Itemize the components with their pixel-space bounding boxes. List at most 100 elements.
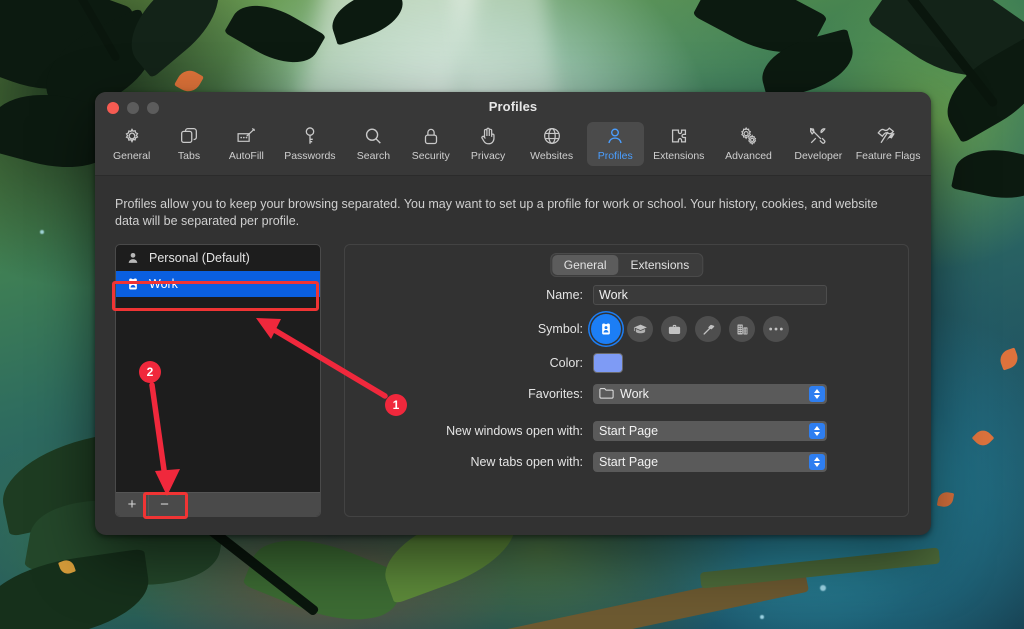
new-tabs-value: Start Page: [599, 455, 659, 469]
toolbar-item-passwords[interactable]: Passwords: [275, 122, 345, 166]
favorites-value: Work: [620, 387, 649, 401]
key-icon: [299, 124, 321, 148]
form-row-name: Name: Work: [345, 285, 908, 305]
toolbar-label: Search: [356, 150, 391, 162]
symbol-option-briefcase[interactable]: [661, 316, 687, 342]
symbol-option-building[interactable]: [729, 316, 755, 342]
symbol-option-hammer[interactable]: [695, 316, 721, 342]
symbol-picker: [593, 316, 908, 342]
badge-icon: [599, 322, 613, 336]
tab-extensions[interactable]: Extensions: [619, 255, 702, 275]
name-input[interactable]: Work: [593, 285, 827, 305]
wallpaper-petal: [971, 426, 995, 450]
puzzle-icon: [668, 124, 690, 148]
profile-detail-panel: General Extensions Name: Work Symbol: Co…: [344, 244, 909, 517]
toolbar-label: AutoFill: [228, 150, 264, 162]
color-swatch[interactable]: [593, 353, 623, 373]
toolbar-label: Developer: [794, 150, 843, 162]
favorites-label: Favorites:: [528, 387, 583, 401]
remove-profile-button[interactable]: −: [148, 493, 180, 516]
toolbar-label: Feature Flags: [855, 150, 921, 162]
briefcase-icon: [667, 322, 682, 337]
toolbar-label: General: [112, 150, 151, 162]
new-windows-value: Start Page: [599, 424, 659, 438]
form-row-color: Color:: [345, 353, 908, 373]
chevron-updown-icon[interactable]: [809, 454, 825, 470]
profile-list-toolbar: + −: [116, 492, 320, 516]
graduation-cap-icon: [633, 322, 648, 337]
toolbar-label: Profiles: [597, 150, 633, 162]
symbol-option-badge[interactable]: [593, 316, 619, 342]
color-label: Color:: [549, 356, 583, 370]
new-tabs-dropdown[interactable]: Start Page: [593, 452, 827, 472]
profile-name: Personal (Default): [149, 251, 250, 265]
toolbar-item-privacy[interactable]: Privacy: [459, 122, 516, 166]
magnifier-icon: [362, 124, 384, 148]
new-windows-label: New windows open with:: [446, 424, 583, 438]
autofill-pencil-icon: [235, 124, 258, 148]
chevron-updown-icon[interactable]: [809, 423, 825, 439]
gear-icon: [121, 124, 143, 148]
symbol-option-more[interactable]: [763, 316, 789, 342]
desktop-wallpaper: Profiles General Tabs AutoFill Passwords…: [0, 0, 1024, 629]
lock-icon: [420, 124, 442, 148]
preferences-toolbar: General Tabs AutoFill Passwords Search S…: [95, 122, 931, 176]
symbol-label: Symbol:: [537, 322, 583, 336]
hammer-icon: [701, 322, 716, 337]
profile-list: Personal (Default) Work: [116, 245, 320, 492]
tools-icon: [807, 124, 829, 148]
profile-row-work[interactable]: Work: [116, 271, 320, 297]
profiles-settings-window: Profiles General Tabs AutoFill Passwords…: [95, 92, 931, 535]
toolbar-item-extensions[interactable]: Extensions: [644, 122, 714, 166]
profiles-content: Personal (Default) Work + − General Exte…: [115, 244, 911, 517]
toolbar-label: Advanced: [725, 150, 772, 162]
form-row-favorites: Favorites: Work: [345, 384, 908, 404]
tab-general[interactable]: General: [551, 255, 619, 275]
wallpaper-sparkle: [820, 585, 826, 591]
toolbar-item-tabs[interactable]: Tabs: [160, 122, 217, 166]
wallpaper-leaf: [224, 0, 326, 78]
name-label: Name:: [546, 288, 583, 302]
folder-icon: [599, 387, 614, 402]
toolbar-item-websites[interactable]: Websites: [517, 122, 587, 166]
add-profile-button[interactable]: +: [116, 493, 148, 516]
toolbar-item-general[interactable]: General: [103, 122, 160, 166]
new-tabs-label: New tabs open with:: [470, 455, 583, 469]
profiles-sidebar: Personal (Default) Work + −: [115, 244, 321, 517]
toolbar-item-developer[interactable]: Developer: [783, 122, 853, 166]
wallpaper-petal: [997, 347, 1021, 371]
wallpaper-leaf: [0, 548, 155, 629]
profile-row-personal[interactable]: Personal (Default): [116, 245, 320, 271]
favorites-dropdown[interactable]: Work: [593, 384, 827, 404]
toolbar-label: Security: [411, 150, 450, 162]
toolbar-label: Extensions: [653, 150, 705, 162]
ellipsis-icon: [768, 326, 784, 332]
new-windows-dropdown[interactable]: Start Page: [593, 421, 827, 441]
wallpaper-petal: [936, 490, 955, 509]
tabs-icon: [178, 124, 200, 148]
badge-icon: [125, 277, 140, 292]
toolbar-item-feature-flags[interactable]: Feature Flags: [853, 122, 923, 166]
profiles-description: Profiles allow you to keep your browsing…: [115, 197, 878, 228]
window-title: Profiles: [488, 99, 538, 114]
toolbar-label: Passwords: [284, 150, 336, 162]
globe-icon: [541, 124, 563, 148]
window-titlebar: Profiles: [95, 92, 931, 122]
toolbar-item-security[interactable]: Security: [402, 122, 459, 166]
form-row-new-windows: New windows open with: Start Page: [345, 421, 908, 441]
person-icon: [604, 124, 626, 148]
flags-icon: [876, 124, 900, 148]
wallpaper-branch: [699, 547, 941, 589]
toolbar-label: Privacy: [470, 150, 506, 162]
wallpaper-sparkle: [760, 615, 764, 619]
form-row-new-tabs: New tabs open with: Start Page: [345, 452, 908, 472]
toolbar-item-search[interactable]: Search: [345, 122, 402, 166]
profile-form: Name: Work Symbol: Color: Favorites: Wor…: [345, 285, 908, 483]
chevron-updown-icon[interactable]: [809, 386, 825, 402]
symbol-option-graduation-cap[interactable]: [627, 316, 653, 342]
toolbar-item-profiles[interactable]: Profiles: [586, 122, 644, 166]
toolbar-item-advanced[interactable]: Advanced: [714, 122, 784, 166]
profile-name: Work: [149, 277, 178, 291]
window-body: Profiles allow you to keep your browsing…: [95, 176, 931, 517]
toolbar-item-autofill[interactable]: AutoFill: [218, 122, 275, 166]
